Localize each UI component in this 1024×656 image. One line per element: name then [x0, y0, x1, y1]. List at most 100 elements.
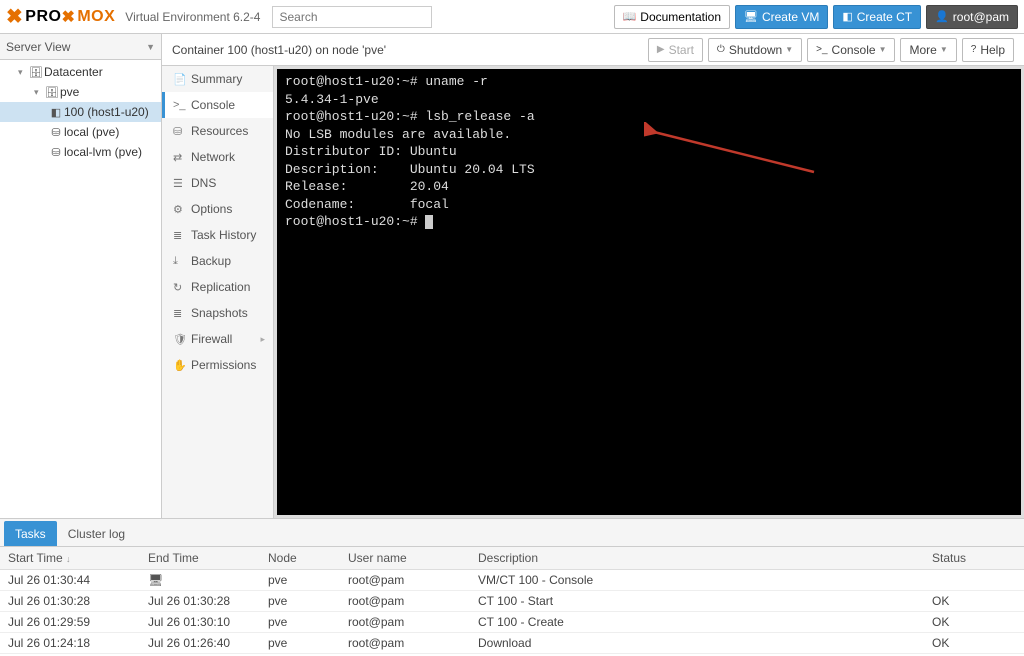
console-button[interactable]: >_Console▼ [807, 38, 895, 62]
cell-status: OK [924, 633, 1024, 654]
table-row[interactable]: Jul 26 01:29:59Jul 26 01:30:10pveroot@pa… [0, 612, 1024, 633]
sidemenu-item-dns[interactable]: ☰DNS [162, 170, 273, 196]
console-label: Console [832, 43, 876, 57]
menu-icon: 🛡 [173, 333, 191, 346]
power-icon: ⏻ [717, 44, 725, 55]
tree-datacenter[interactable]: ▾🗄Datacenter [0, 62, 161, 82]
col-description[interactable]: Description [470, 547, 924, 570]
chevron-down-icon: ▼ [785, 45, 793, 54]
shutdown-button[interactable]: ⏻ Shutdown▼ [708, 38, 802, 62]
tree-label: 100 (host1-u20) [64, 105, 149, 119]
sidemenu-item-task-history[interactable]: ≣Task History [162, 222, 273, 248]
sidemenu-item-summary[interactable]: 📄Summary [162, 66, 273, 92]
shutdown-label: Shutdown [729, 43, 782, 57]
top-bar: ✖ PRO✖MOX Virtual Environment 6.2-4 📖Doc… [0, 0, 1024, 34]
console-wrap: root@host1-u20:~# uname -r 5.4.34-1-pve … [274, 66, 1024, 518]
collapse-icon: ▾ [34, 87, 44, 98]
create-vm-button[interactable]: 🖥Create VM [735, 5, 828, 29]
cell-status [924, 570, 1024, 591]
cell-desc: CT 100 - Create [470, 612, 924, 633]
env-label: Virtual Environment 6.2-4 [125, 10, 260, 24]
logo-mox: MOX [77, 8, 115, 26]
cell-desc: VM/CT 100 - Console [470, 570, 924, 591]
sidemenu-item-replication[interactable]: ↻Replication [162, 274, 273, 300]
tree-storage-local[interactable]: ⛁local (pve) [0, 122, 161, 142]
create-ct-button[interactable]: ◧Create CT [833, 5, 921, 29]
menu-icon: ⚙ [173, 203, 191, 216]
menu-icon: ↻ [173, 281, 191, 294]
sidemenu-item-network[interactable]: ⇄Network [162, 144, 273, 170]
cell-status: OK [924, 612, 1024, 633]
table-row[interactable]: Jul 26 01:30:28Jul 26 01:30:28pveroot@pa… [0, 591, 1024, 612]
sidemenu-item-firewall[interactable]: 🛡Firewall▸ [162, 326, 273, 352]
cell-node: pve [260, 633, 340, 654]
menu-label: Network [191, 150, 235, 164]
start-label: Start [669, 43, 694, 57]
menu-label: Options [191, 202, 232, 216]
side-menu: 📄Summary>_Console⛁Resources⇄Network☰DNS⚙… [162, 66, 274, 518]
cell-start: Jul 26 01:29:59 [0, 612, 140, 633]
cell-end: 🖥 [140, 570, 260, 591]
tree-node-pve[interactable]: ▾🗄pve [0, 82, 161, 102]
chevron-down-icon: ▼ [940, 45, 948, 54]
view-selector[interactable]: Server View ▼ [0, 34, 161, 60]
cell-start: Jul 26 01:30:44 [0, 570, 140, 591]
more-button[interactable]: More▼ [900, 38, 956, 62]
tree-ct-100[interactable]: ◧100 (host1-u20) [0, 102, 161, 122]
chevron-down-icon: ▼ [146, 42, 155, 52]
documentation-button[interactable]: 📖Documentation [614, 5, 730, 29]
content-body: 📄Summary>_Console⛁Resources⇄Network☰DNS⚙… [162, 66, 1024, 518]
sidemenu-item-options[interactable]: ⚙Options [162, 196, 273, 222]
menu-icon: ≣ [173, 229, 191, 242]
col-end-time[interactable]: End Time [140, 547, 260, 570]
sidemenu-item-permissions[interactable]: ✋Permissions [162, 352, 273, 378]
tab-cluster-log[interactable]: Cluster log [57, 521, 136, 546]
monitor-icon: 🖥 [744, 10, 758, 23]
cell-node: pve [260, 591, 340, 612]
sidemenu-item-backup[interactable]: ⤓Backup [162, 248, 273, 274]
menu-label: Replication [191, 280, 250, 294]
node-icon: 🗄 [44, 86, 60, 99]
cell-desc: Download [470, 633, 924, 654]
center-panel: Container 100 (host1-u20) on node 'pve' … [162, 34, 1024, 518]
cell-end: Jul 26 01:30:28 [140, 591, 260, 612]
cell-end: Jul 26 01:26:40 [140, 633, 260, 654]
table-row[interactable]: Jul 26 01:30:44🖥pveroot@pamVM/CT 100 - C… [0, 570, 1024, 591]
tree-storage-local-lvm[interactable]: ⛁local-lvm (pve) [0, 142, 161, 162]
col-status[interactable]: Status [924, 547, 1024, 570]
menu-label: Permissions [191, 358, 256, 372]
col-user[interactable]: User name [340, 547, 470, 570]
tab-tasks[interactable]: Tasks [4, 521, 57, 546]
terminal-icon: >_ [816, 44, 827, 55]
tree-label: pve [60, 85, 79, 99]
menu-icon: ⇄ [173, 151, 191, 164]
task-grid: Start Time ↓ End Time Node User name Des… [0, 547, 1024, 656]
cell-status: OK [924, 591, 1024, 612]
sidemenu-item-resources[interactable]: ⛁Resources [162, 118, 273, 144]
help-label: Help [980, 43, 1005, 57]
create-ct-label: Create CT [857, 10, 912, 24]
help-button[interactable]: ?Help [962, 38, 1014, 62]
user-button[interactable]: 👤root@pam [926, 5, 1018, 29]
col-start-time[interactable]: Start Time ↓ [0, 547, 140, 570]
logo: ✖ PRO✖MOX [6, 4, 115, 29]
table-header-row: Start Time ↓ End Time Node User name Des… [0, 547, 1024, 570]
cell-user: root@pam [340, 633, 470, 654]
console-terminal[interactable]: root@host1-u20:~# uname -r 5.4.34-1-pve … [277, 69, 1021, 515]
table-row[interactable]: Jul 26 01:24:18Jul 26 01:26:40pveroot@pa… [0, 633, 1024, 654]
user-label: root@pam [953, 10, 1009, 24]
doc-label: Documentation [640, 10, 721, 24]
search-input[interactable] [272, 6, 432, 28]
col-node[interactable]: Node [260, 547, 340, 570]
content-header: Container 100 (host1-u20) on node 'pve' … [162, 34, 1024, 66]
menu-icon: ⤓ [173, 255, 191, 268]
menu-icon: ☰ [173, 177, 191, 190]
action-bar: ▶Start ⏻Shutdown▼ >_Console▼ More▼ ?Help [648, 38, 1014, 62]
logo-x-icon: ✖ [6, 4, 23, 29]
sidemenu-item-console[interactable]: >_Console [162, 92, 273, 118]
sidemenu-item-snapshots[interactable]: ≣Snapshots [162, 300, 273, 326]
log-panel: Tasks Cluster log Start Time ↓ End Time … [0, 518, 1024, 656]
start-button[interactable]: ▶Start [648, 38, 703, 62]
left-panel: Server View ▼ ▾🗄Datacenter ▾🗄pve ◧100 (h… [0, 34, 162, 518]
cell-node: pve [260, 570, 340, 591]
